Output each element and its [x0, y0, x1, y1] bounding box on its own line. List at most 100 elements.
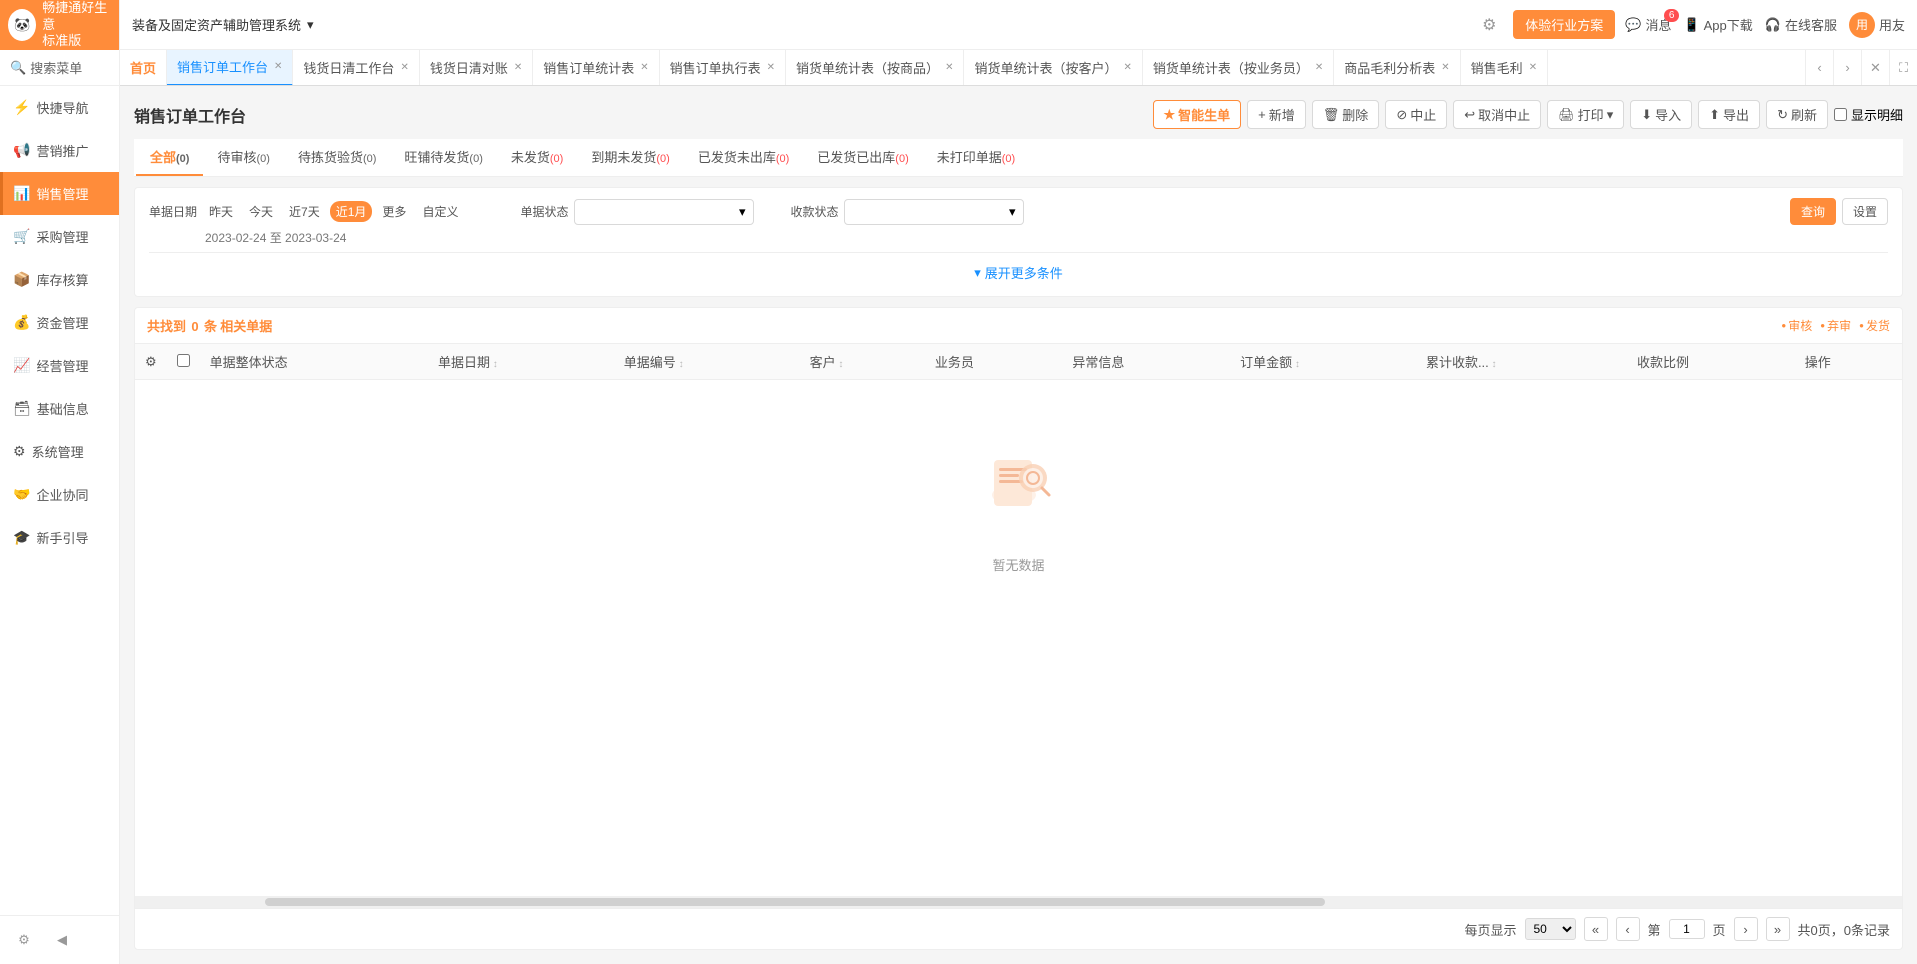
sidebar-item-purchase[interactable]: 🛒采购管理	[0, 215, 119, 258]
status-select[interactable]: ▾	[574, 199, 754, 225]
expand-btn[interactable]: ▾ 展开更多条件	[966, 259, 1071, 286]
date-opt-昨天[interactable]: 昨天	[203, 201, 239, 222]
subtab-not_shipped[interactable]: 未发货(0)	[497, 139, 577, 176]
payment-select[interactable]: ▾	[844, 199, 1024, 225]
title-dropdown[interactable]: ▾	[307, 17, 314, 33]
last-page-btn[interactable]: »	[1766, 917, 1790, 941]
cancel-stop-btn[interactable]: ↩ 取消中止	[1453, 100, 1541, 129]
tab-gross_profit[interactable]: 商品毛利分析表✕	[1334, 50, 1460, 86]
tab-close-sales_stats_staff[interactable]: ✕	[1315, 62, 1323, 73]
filter-settings-btn[interactable]: 设置	[1842, 198, 1888, 225]
tab-close-order_exec[interactable]: ✕	[767, 62, 775, 73]
review-action[interactable]: 审核	[1781, 317, 1812, 334]
delete-btn[interactable]: 🗑 删除	[1312, 100, 1380, 129]
first-page-btn[interactable]: «	[1584, 917, 1608, 941]
settings-gear-icon[interactable]: ⚙	[1475, 11, 1503, 39]
tab-cash_reconcile[interactable]: 钱货日清对账✕	[420, 50, 533, 86]
sidebar-item-quicknav[interactable]: ⚡快捷导航	[0, 86, 119, 129]
next-page-btn[interactable]: ›	[1734, 917, 1758, 941]
sidebar-item-basic[interactable]: 🗃基础信息	[0, 387, 119, 430]
query-btn[interactable]: 查询	[1790, 198, 1836, 225]
online-service-btn[interactable]: 🎧 在线客服	[1765, 15, 1837, 34]
sidebar-item-enterprise[interactable]: 🤝企业协同	[0, 473, 119, 516]
collapse-icon[interactable]: ◀	[48, 926, 76, 954]
smart-create-btn[interactable]: ★ 智能生单	[1153, 100, 1242, 129]
th-amount[interactable]: 订单金额	[1230, 344, 1416, 380]
tab-next-btn[interactable]: ›	[1833, 50, 1861, 86]
tab-label-sales_stats_staff: 销货单统计表（按业务员）	[1153, 58, 1309, 77]
tab-maximize-btn[interactable]: ⛶	[1889, 50, 1917, 86]
sidebar-item-system[interactable]: ⚙系统管理	[0, 430, 119, 473]
sidebar-nav: ⚡快捷导航📢营销推广📊销售管理🛒采购管理📦库存核算💰资金管理📈经营管理🗃基础信息…	[0, 86, 119, 559]
date-opt-今天[interactable]: 今天	[243, 201, 279, 222]
scrollbar-thumb[interactable]	[265, 898, 1325, 906]
th-customer[interactable]: 客户	[800, 344, 925, 380]
prev-page-btn[interactable]: ‹	[1616, 917, 1640, 941]
tab-close-all-btn[interactable]: ✕	[1861, 50, 1889, 86]
date-opt-近1月[interactable]: 近1月	[330, 201, 373, 222]
sidebar-item-inventory[interactable]: 📦库存核算	[0, 258, 119, 301]
sidebar-item-marketing[interactable]: 📢营销推广	[0, 129, 119, 172]
subtab-all[interactable]: 全部(0)	[136, 139, 203, 176]
tab-close-cash_daily[interactable]: ✕	[400, 62, 408, 73]
page-input[interactable]	[1669, 919, 1705, 939]
tab-sales_workbench[interactable]: 销售订单工作台✕	[167, 50, 293, 86]
tab-close-gross_profit[interactable]: ✕	[1441, 62, 1449, 73]
industry-btn[interactable]: 体验行业方案	[1513, 10, 1615, 39]
show-detail-toggle[interactable]: 显示明细	[1834, 105, 1903, 124]
user-btn[interactable]: 用 用友	[1849, 12, 1905, 38]
export-btn[interactable]: ⬆ 导出	[1698, 100, 1760, 129]
subtab-unprinted[interactable]: 未打印单据(0)	[923, 139, 1029, 176]
tab-sales_stats_product[interactable]: 销货单统计表（按商品）✕	[786, 50, 964, 86]
cancel-review-action[interactable]: 弃审	[1820, 317, 1851, 334]
th-checkbox[interactable]	[167, 344, 200, 380]
date-opt-更多[interactable]: 更多	[376, 201, 412, 222]
app-download-btn[interactable]: 📱 App下载	[1683, 15, 1752, 34]
tab-close-sales_workbench[interactable]: ✕	[274, 61, 282, 72]
tab-order_exec[interactable]: 销售订单执行表✕	[660, 50, 786, 86]
tab-close-sales_stats_product[interactable]: ✕	[945, 62, 953, 73]
search-menu[interactable]: 🔍 搜索菜单	[0, 50, 119, 86]
tab-sales_stats_customer[interactable]: 销货单统计表（按客户） ✕	[964, 50, 1142, 86]
print-btn[interactable]: 🖨 打印 ▾	[1547, 100, 1624, 129]
date-opt-自定义[interactable]: 自定义	[416, 201, 464, 222]
sidebar-item-finance[interactable]: 💰资金管理	[0, 301, 119, 344]
settings-icon[interactable]: ⚙	[10, 926, 38, 954]
date-opt-近7天[interactable]: 近7天	[283, 201, 326, 222]
tab-close-order_stats[interactable]: ✕	[640, 62, 648, 73]
tab-close-sales_gross[interactable]: ✕	[1529, 62, 1537, 73]
ship-action[interactable]: 发货	[1859, 317, 1890, 334]
tab-order_stats[interactable]: 销售订单统计表✕	[533, 50, 659, 86]
sidebar-item-operations[interactable]: 📈经营管理	[0, 344, 119, 387]
horizontal-scrollbar[interactable]	[135, 896, 1902, 908]
tab-close-sales_stats_customer[interactable]: ✕	[1123, 62, 1131, 73]
tab-home[interactable]: 首页	[120, 50, 167, 86]
subtab-pending_inspect[interactable]: 待拣货验货(0)	[284, 139, 390, 176]
tab-sales_gross[interactable]: 销售毛利✕	[1461, 50, 1548, 86]
subtab-shop_pending[interactable]: 旺铺待发货(0)	[390, 139, 496, 176]
tab-prev-btn[interactable]: ‹	[1805, 50, 1833, 86]
refresh-btn[interactable]: ↻ 刷新	[1766, 100, 1828, 129]
subtab-shipped_not_warehouse[interactable]: 已发货未出库(0)	[684, 139, 803, 176]
th-settings[interactable]: ⚙	[135, 344, 167, 380]
stop-btn[interactable]: ⊘ 中止	[1385, 100, 1447, 129]
th-received[interactable]: 累计收款...	[1416, 344, 1627, 380]
table-scroll[interactable]: ⚙ 单据整体状态 单据日期 单据编号 客户 业务员 异常信息 订单金额 累计收款…	[135, 344, 1902, 896]
message-btn[interactable]: 💬 6 消息	[1625, 15, 1671, 34]
per-page-select[interactable]: 50 100 200	[1525, 918, 1576, 940]
sidebar-item-guide[interactable]: 🎓新手引导	[0, 516, 119, 559]
subtab-shipped_warehouse[interactable]: 已发货已出库(0)	[803, 139, 922, 176]
page-actions: ★ 智能生单 + 新增 🗑 删除 ⊘ 中止 ↩ 取消中止	[1153, 100, 1904, 129]
th-number[interactable]: 单据编号	[614, 344, 800, 380]
tab-sales_stats_staff[interactable]: 销货单统计表（按业务员） ✕	[1143, 50, 1334, 86]
tab-label-sales_stats_customer: 销货单统计表（按客户）	[974, 58, 1117, 77]
sidebar-item-sales[interactable]: 📊销售管理	[0, 172, 119, 215]
subtab-pending_review[interactable]: 待审核(0)	[203, 139, 283, 176]
th-date[interactable]: 单据日期	[428, 344, 614, 380]
import-btn[interactable]: ⬇ 导入	[1630, 100, 1692, 129]
tab-close-cash_reconcile[interactable]: ✕	[514, 62, 522, 73]
subtab-expired_not_shipped[interactable]: 到期未发货(0)	[577, 139, 683, 176]
tab-cash_daily[interactable]: 钱货日清工作台✕	[293, 50, 419, 86]
add-btn[interactable]: + 新增	[1247, 100, 1306, 129]
topbar: 装备及固定资产辅助管理系统 ▾ ⚙ 体验行业方案 💬 6 消息 📱 App下载 …	[120, 0, 1917, 50]
